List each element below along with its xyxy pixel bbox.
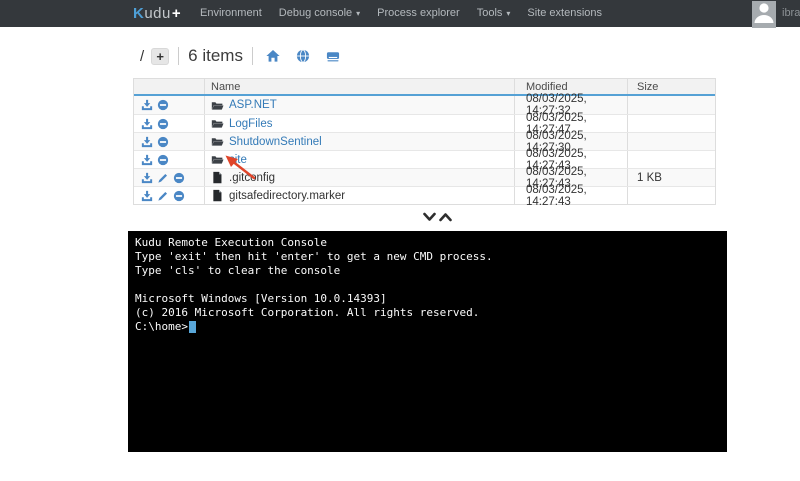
column-header-name: Name <box>204 79 514 94</box>
username-text: ibra <box>782 7 800 19</box>
name-cell: LogFiles <box>204 115 514 132</box>
breadcrumb-root[interactable]: / <box>140 48 144 65</box>
download-icon[interactable] <box>141 172 153 184</box>
caret-down-icon: ▾ <box>356 9 361 18</box>
nav-item-process-explorer[interactable]: Process explorer <box>377 0 460 27</box>
console-resize-controls <box>423 212 452 222</box>
caret-down-icon: ▾ <box>506 9 511 18</box>
folder-icon <box>211 135 224 148</box>
edit-icon[interactable] <box>157 172 169 184</box>
column-header-size: Size <box>627 79 715 94</box>
table-row: ShutdownSentinel 08/03/2025, 14:27:30 <box>134 130 715 154</box>
row-actions <box>134 187 204 204</box>
delete-icon[interactable] <box>157 154 169 166</box>
console-prompt: C:\home> <box>135 320 188 333</box>
delete-icon[interactable] <box>157 136 169 148</box>
file-browser-toolbar: / + 6 items <box>140 44 340 68</box>
person-icon <box>752 1 776 28</box>
row-actions <box>134 151 204 168</box>
hdd-icon[interactable] <box>326 49 340 63</box>
nav-item-site-extensions[interactable]: Site extensions <box>527 0 602 27</box>
size-cell: 1 KB <box>627 169 715 186</box>
file-icon <box>211 189 224 202</box>
file-browser-table: Name Modified Size ASP.NET 08/03/2025, 14… <box>133 78 716 208</box>
divider <box>251 47 253 65</box>
chevron-down-icon[interactable] <box>423 212 436 222</box>
new-item-button[interactable]: + <box>151 47 170 65</box>
download-icon[interactable] <box>141 190 153 202</box>
table-row: LogFiles 08/03/2025, 14:27:47 <box>134 112 715 136</box>
items-count: 6 items <box>188 46 243 65</box>
console-cursor[interactable] <box>188 321 196 333</box>
kudu-logo[interactable]: Kudu+ <box>133 0 181 27</box>
download-icon[interactable] <box>141 136 153 148</box>
navbar-menu: Environment Debug console ▾ Process explore… <box>200 0 602 27</box>
table-header: Name Modified Size <box>134 79 715 96</box>
remote-execution-console[interactable]: Kudu Remote Execution Console Type 'exit… <box>128 231 727 452</box>
size-cell <box>627 96 715 114</box>
column-header-actions <box>134 79 204 94</box>
user-avatar[interactable] <box>752 1 776 28</box>
nav-item-environment[interactable]: Environment <box>200 0 262 27</box>
console-output: Kudu Remote Execution Console Type 'exit… <box>135 236 493 319</box>
column-header-modified: Modified <box>514 79 627 94</box>
delete-icon[interactable] <box>173 172 185 184</box>
modified-cell: 08/03/2025, 14:27:43 <box>514 184 627 208</box>
row-actions <box>134 115 204 132</box>
download-icon[interactable] <box>141 99 153 111</box>
top-navbar: Kudu+ Environment Debug console ▾ Process e… <box>0 0 800 28</box>
download-icon[interactable] <box>141 154 153 166</box>
file-name: gitsafedirectory.marker <box>229 189 346 202</box>
annotation-arrow <box>225 155 256 180</box>
name-cell: gitsafedirectory.marker <box>204 187 514 204</box>
row-actions <box>134 133 204 150</box>
folder-icon <box>211 99 224 112</box>
row-actions <box>134 169 204 186</box>
home-icon[interactable] <box>266 49 280 63</box>
name-cell: ASP.NET <box>204 96 514 114</box>
delete-icon[interactable] <box>157 118 169 130</box>
row-actions <box>134 96 204 114</box>
size-cell <box>627 133 715 150</box>
size-cell <box>627 115 715 132</box>
name-cell: ShutdownSentinel <box>204 133 514 150</box>
chevron-up-icon[interactable] <box>439 212 452 222</box>
table-row: gitsafedirectory.marker 08/03/2025, 14:27… <box>134 184 715 208</box>
console-prompt-line: C:\home> <box>135 320 720 334</box>
folder-link[interactable]: ShutdownSentinel <box>229 136 322 148</box>
delete-icon[interactable] <box>173 190 185 202</box>
nav-item-debug-console[interactable]: Debug console ▾ <box>279 0 360 27</box>
folder-link[interactable]: ASP.NET <box>229 99 277 111</box>
globe-icon[interactable] <box>296 49 310 63</box>
edit-icon[interactable] <box>157 190 169 202</box>
shortcut-icons <box>266 49 340 63</box>
size-cell <box>627 151 715 168</box>
folder-icon <box>211 117 224 130</box>
size-cell <box>627 187 715 204</box>
table-row: ASP.NET 08/03/2025, 14:27:32 <box>134 93 715 117</box>
download-icon[interactable] <box>141 118 153 130</box>
delete-icon[interactable] <box>157 99 169 111</box>
folder-link[interactable]: LogFiles <box>229 118 272 130</box>
nav-item-tools[interactable]: Tools ▾ <box>477 0 511 27</box>
divider <box>178 47 180 65</box>
